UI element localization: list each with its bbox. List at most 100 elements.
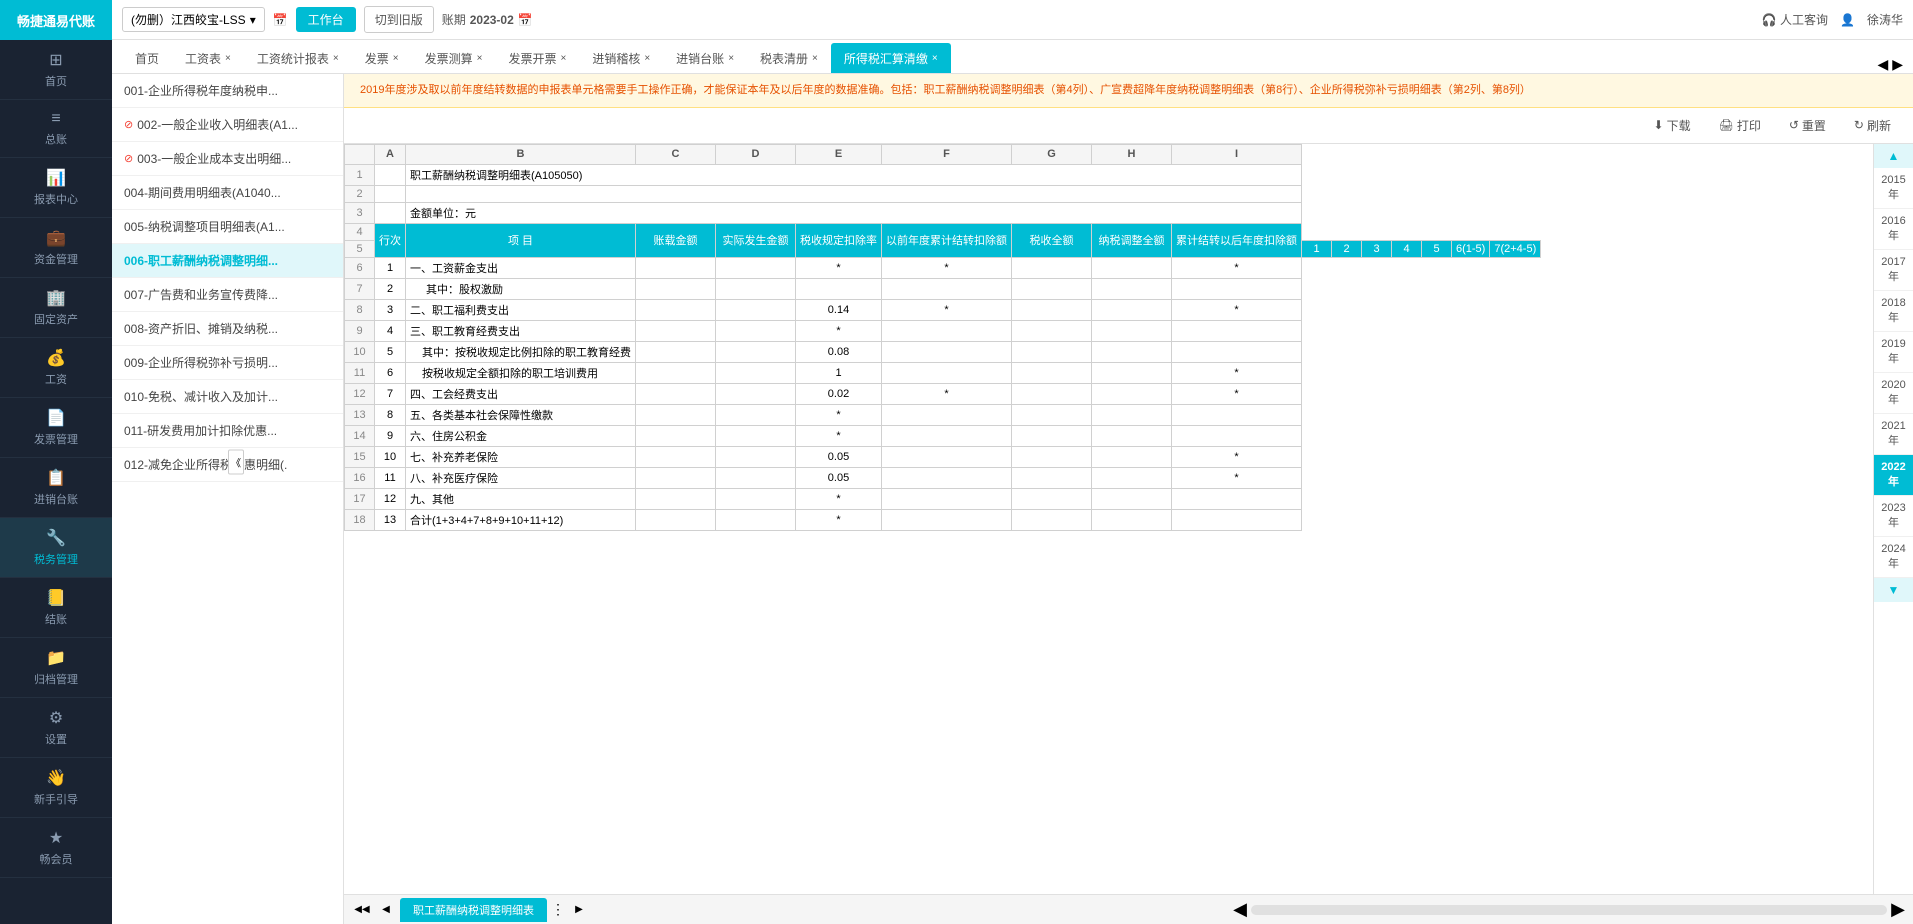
cell-i-10[interactable]: * <box>1172 446 1302 467</box>
cell-g-13[interactable] <box>1012 509 1092 530</box>
tab-tax-forms[interactable]: 税表清册 × <box>747 43 831 73</box>
cell-f-2[interactable] <box>882 278 1012 299</box>
cell-g-3[interactable] <box>1012 299 1092 320</box>
cell-e-12[interactable]: * <box>796 488 882 509</box>
cell-i-13[interactable] <box>1172 509 1302 530</box>
cell-label-4[interactable]: 三、职工教育经费支出 <box>406 320 636 341</box>
cell-B2[interactable] <box>406 185 1302 202</box>
year-2019[interactable]: 2019年 <box>1874 332 1913 373</box>
cell-A1[interactable] <box>375 164 406 185</box>
cell-seq-11[interactable]: 11 <box>375 467 406 488</box>
form-item-004[interactable]: 004-期间费用明细表(A1040... <box>112 176 343 210</box>
year-2020[interactable]: 2020年 <box>1874 373 1913 414</box>
cell-label-1[interactable]: 一、工资薪金支出 <box>406 257 636 278</box>
form-item-007[interactable]: 007-广告费和业务宣传费降... <box>112 278 343 312</box>
year-2021[interactable]: 2021年 <box>1874 414 1913 455</box>
cell-label-2[interactable]: 其中：股权激励 <box>406 278 636 299</box>
refresh-button[interactable]: ↻ 刷新 <box>1848 114 1897 137</box>
form-item-002[interactable]: ⊘ 002-一般企业收入明细表(A1... <box>112 108 343 142</box>
tab-nav-prev[interactable]: ◀ <box>1877 56 1888 73</box>
cell-i-5[interactable] <box>1172 341 1302 362</box>
form-item-008[interactable]: 008-资产折旧、摊销及纳税... <box>112 312 343 346</box>
print-button[interactable]: 🖨 打印 <box>1713 114 1767 137</box>
cell-h-8[interactable] <box>1092 404 1172 425</box>
cell-d-11[interactable] <box>716 467 796 488</box>
form-item-009[interactable]: 009-企业所得税弥补亏损明... <box>112 346 343 380</box>
cell-i-11[interactable]: * <box>1172 467 1302 488</box>
cell-label-5[interactable]: 其中：按税收规定比例扣除的职工教育经费 <box>406 341 636 362</box>
cell-e-13[interactable]: * <box>796 509 882 530</box>
more-sheets-icon[interactable]: ⋮ <box>551 901 565 918</box>
tab-close-income-tax[interactable]: × <box>932 53 938 64</box>
cell-h-9[interactable] <box>1092 425 1172 446</box>
cell-i-12[interactable] <box>1172 488 1302 509</box>
tab-nav-next[interactable]: ▶ <box>1892 56 1903 73</box>
year-2022[interactable]: 2022年 <box>1874 455 1913 496</box>
cell-f-6[interactable] <box>882 362 1012 383</box>
cell-d-5[interactable] <box>716 341 796 362</box>
tab-salary-stats[interactable]: 工资统计报表 × <box>244 43 352 73</box>
cell-d-7[interactable] <box>716 383 796 404</box>
sidebar-item-guide[interactable]: 👋 新手引导 <box>0 758 112 818</box>
cell-e-7[interactable]: 0.02 <box>796 383 882 404</box>
cell-seq-12[interactable]: 12 <box>375 488 406 509</box>
cell-h-11[interactable] <box>1092 467 1172 488</box>
cell-c-2[interactable] <box>636 278 716 299</box>
cell-label-6[interactable]: 按税收规定全额扣除的职工培训费用 <box>406 362 636 383</box>
cell-d-9[interactable] <box>716 425 796 446</box>
cell-f-10[interactable] <box>882 446 1012 467</box>
form-item-001[interactable]: 001-企业所得税年度纳税申... <box>112 74 343 108</box>
download-button[interactable]: ⬇ 下载 <box>1648 114 1697 137</box>
sidebar-item-funds[interactable]: 💼 资金管理 <box>0 218 112 278</box>
cell-h-13[interactable] <box>1092 509 1172 530</box>
cell-e-1[interactable]: * <box>796 257 882 278</box>
cell-seq-9[interactable]: 9 <box>375 425 406 446</box>
cell-f-8[interactable] <box>882 404 1012 425</box>
tab-invoice-calc[interactable]: 发票测算 × <box>412 43 496 73</box>
cell-c-12[interactable] <box>636 488 716 509</box>
cell-e-6[interactable]: 1 <box>796 362 882 383</box>
cell-d-4[interactable] <box>716 320 796 341</box>
tab-invoice-issue[interactable]: 发票开票 × <box>495 43 579 73</box>
cell-f-5[interactable] <box>882 341 1012 362</box>
old-version-button[interactable]: 切到旧版 <box>364 6 434 33</box>
year-nav-down[interactable]: ▼ <box>1874 578 1913 602</box>
cell-h-4[interactable] <box>1092 320 1172 341</box>
cell-label-11[interactable]: 八、补充医疗保险 <box>406 467 636 488</box>
cell-label-3[interactable]: 二、职工福利费支出 <box>406 299 636 320</box>
cell-seq-1[interactable]: 1 <box>375 257 406 278</box>
sidebar-item-home[interactable]: ⊞ 首页 <box>0 40 112 100</box>
form-item-011[interactable]: 011-研发费用加计扣除优惠... <box>112 414 343 448</box>
cell-seq-4[interactable]: 4 <box>375 320 406 341</box>
cell-c-6[interactable] <box>636 362 716 383</box>
cell-i-7[interactable]: * <box>1172 383 1302 404</box>
cell-seq-2[interactable]: 2 <box>375 278 406 299</box>
tab-purchase-ledger[interactable]: 进销台账 × <box>663 43 747 73</box>
cell-e-9[interactable]: * <box>796 425 882 446</box>
work-bench-button[interactable]: 工作台 <box>296 7 356 32</box>
cell-d-6[interactable] <box>716 362 796 383</box>
cell-c-8[interactable] <box>636 404 716 425</box>
cell-e-11[interactable]: 0.05 <box>796 467 882 488</box>
cell-g-11[interactable] <box>1012 467 1092 488</box>
cell-g-7[interactable] <box>1012 383 1092 404</box>
cell-c-11[interactable] <box>636 467 716 488</box>
sidebar-item-salary[interactable]: 💰 工资 <box>0 338 112 398</box>
cell-label-13[interactable]: 合计(1+3+4+7+8+9+10+11+12) <box>406 509 636 530</box>
cell-seq-7[interactable]: 7 <box>375 383 406 404</box>
cell-g-12[interactable] <box>1012 488 1092 509</box>
cell-i-3[interactable]: * <box>1172 299 1302 320</box>
cell-i-8[interactable] <box>1172 404 1302 425</box>
cell-h-1[interactable] <box>1092 257 1172 278</box>
cell-c-4[interactable] <box>636 320 716 341</box>
cell-e-10[interactable]: 0.05 <box>796 446 882 467</box>
cell-label-8[interactable]: 五、各类基本社会保障性缴款 <box>406 404 636 425</box>
cell-seq-6[interactable]: 6 <box>375 362 406 383</box>
cell-label-9[interactable]: 六、住房公积金 <box>406 425 636 446</box>
sheet-nav-next[interactable]: ▶ <box>569 900 589 920</box>
form-item-006[interactable]: 006-职工薪酬纳税调整明细... <box>112 244 343 278</box>
cell-h-2[interactable] <box>1092 278 1172 299</box>
cell-f-3[interactable]: * <box>882 299 1012 320</box>
cell-h-7[interactable] <box>1092 383 1172 404</box>
sidebar-item-settings[interactable]: ⚙ 设置 <box>0 698 112 758</box>
